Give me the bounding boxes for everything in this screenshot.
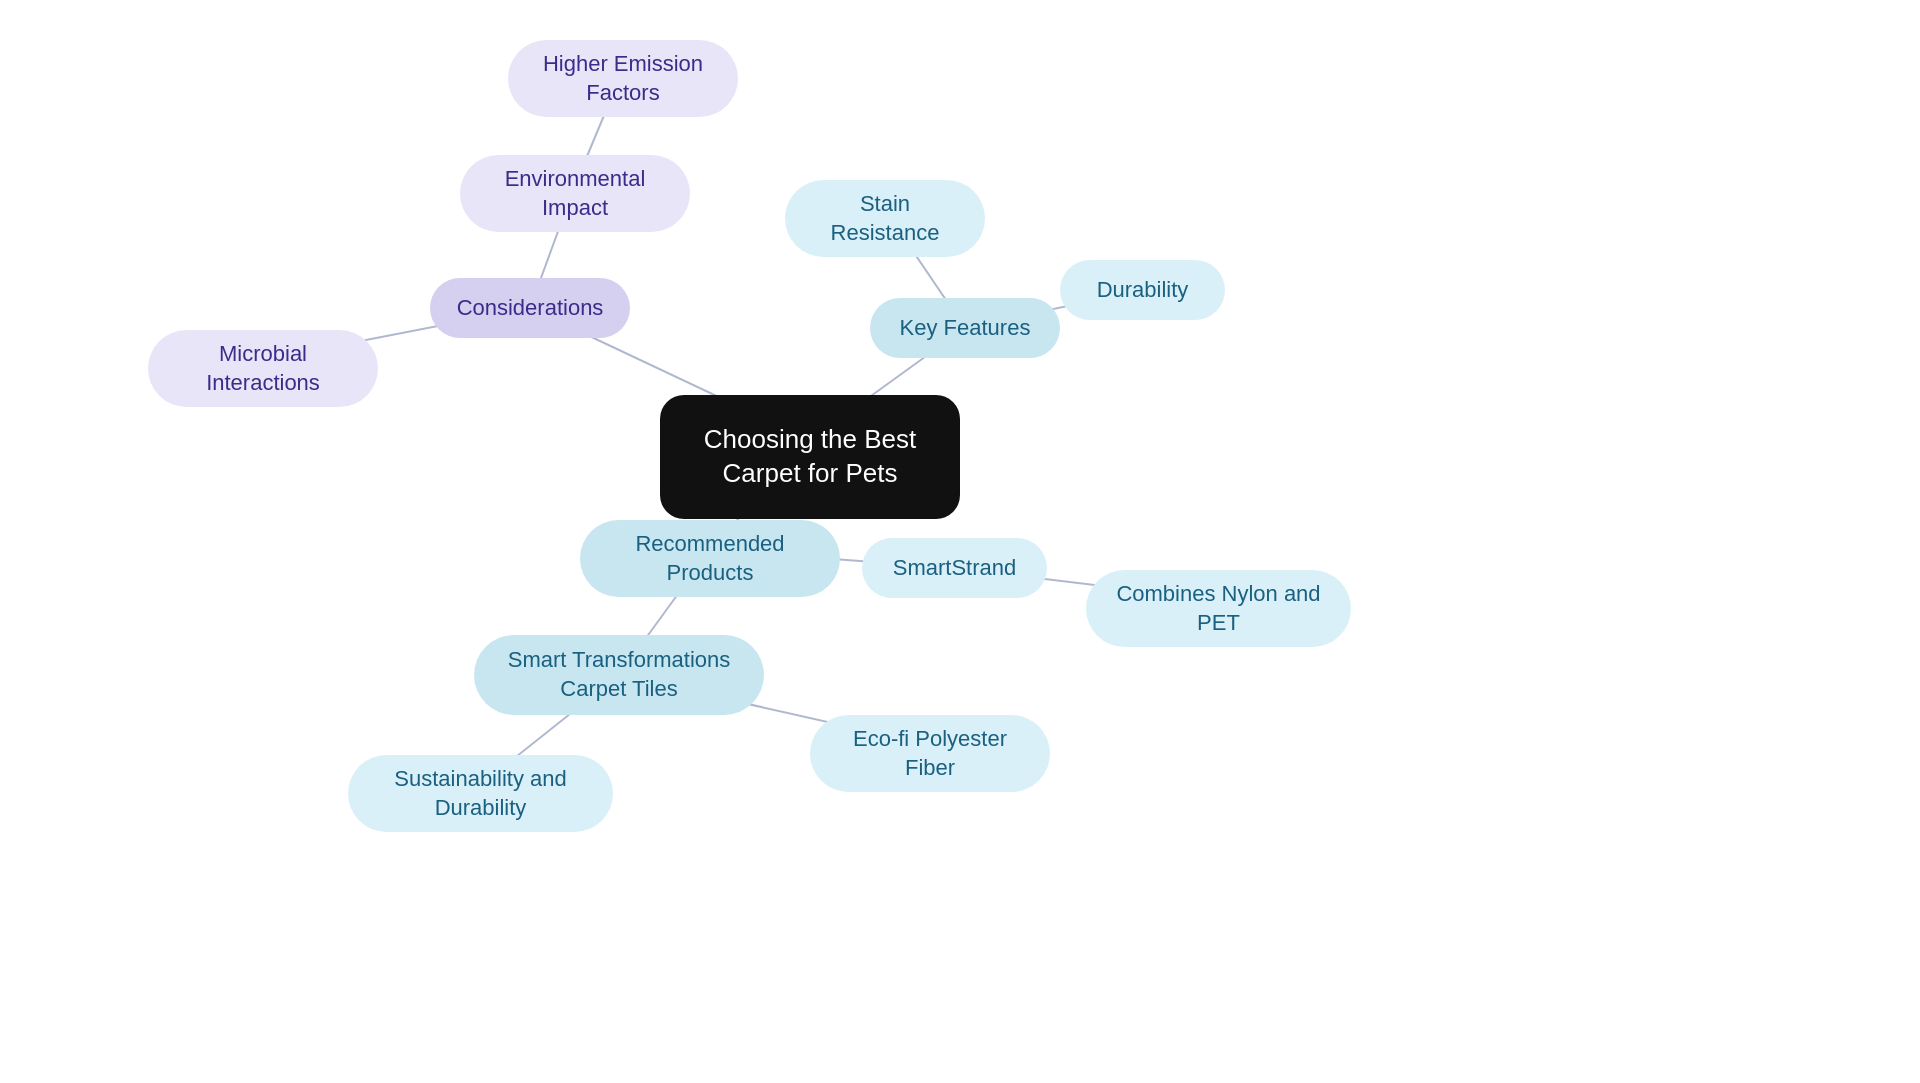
node-key-features[interactable]: Key Features [870,298,1060,358]
node-considerations[interactable]: Considerations [430,278,630,338]
node-microbial[interactable]: Microbial Interactions [148,330,378,407]
node-stain-resistance[interactable]: Stain Resistance [785,180,985,257]
node-environmental-impact[interactable]: Environmental Impact [460,155,690,232]
node-durability[interactable]: Durability [1060,260,1225,320]
node-center[interactable]: Choosing the Best Carpet for Pets [660,395,960,519]
mind-map-canvas: Choosing the Best Carpet for Pets Conside… [0,0,1920,1083]
node-recommended[interactable]: Recommended Products [580,520,840,597]
node-eco-fi[interactable]: Eco-fi Polyester Fiber [810,715,1050,792]
node-higher-emission[interactable]: Higher Emission Factors [508,40,738,117]
node-combines[interactable]: Combines Nylon and PET [1086,570,1351,647]
node-sustainability[interactable]: Sustainability and Durability [348,755,613,832]
node-smart-transformations[interactable]: Smart Transformations Carpet Tiles [474,635,764,715]
node-smartstrand[interactable]: SmartStrand [862,538,1047,598]
